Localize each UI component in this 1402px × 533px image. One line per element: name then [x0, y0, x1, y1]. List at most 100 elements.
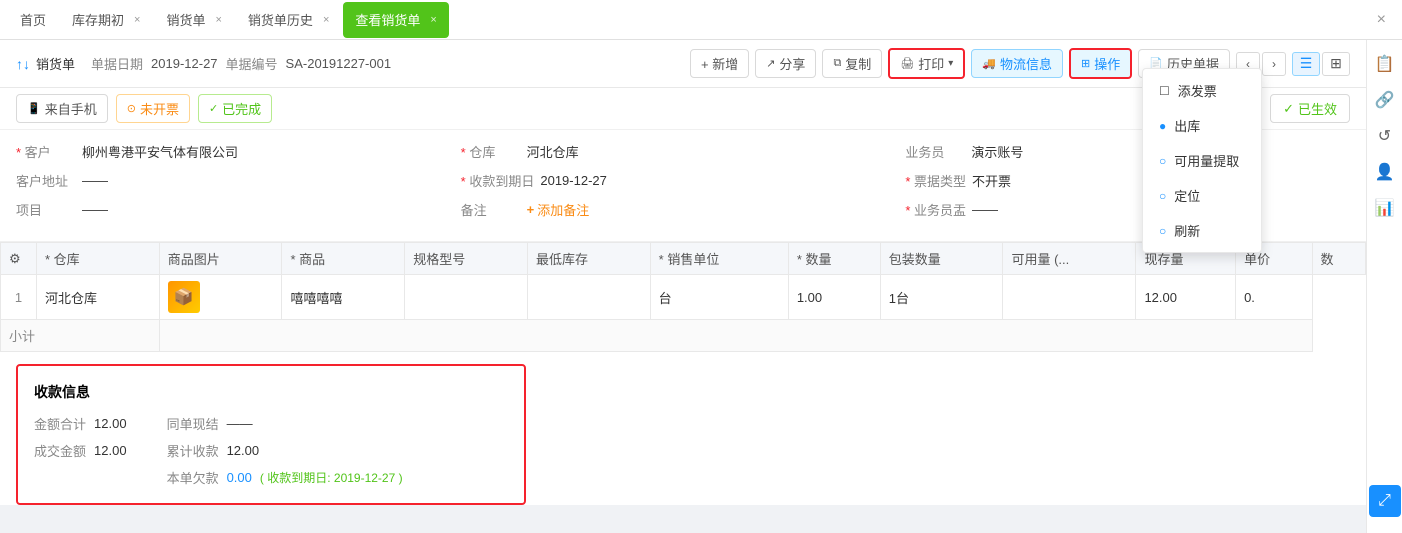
- sidebar-icon-link[interactable]: 🔗: [1369, 84, 1401, 116]
- row-available: [1003, 275, 1136, 320]
- tab-check-sales-close[interactable]: ×: [430, 14, 436, 26]
- tab-sales-history-close[interactable]: ×: [323, 14, 329, 26]
- total-amount-item: 金额合计 12.00: [34, 414, 127, 433]
- sidebar-icon-refresh[interactable]: ↺: [1369, 120, 1401, 152]
- share-button[interactable]: ↗ 分享: [755, 49, 816, 78]
- effective-button[interactable]: ✓ 已生效: [1270, 94, 1350, 123]
- payment-title: 收款信息: [34, 382, 508, 402]
- completed-button[interactable]: ✓ 已完成: [198, 94, 272, 123]
- payment-date-label: 收款到期日: [461, 171, 535, 190]
- row-no: 1: [1, 275, 37, 320]
- view-grid[interactable]: ⊞: [1322, 52, 1350, 76]
- cumulative-value: 12.00: [227, 443, 260, 458]
- print-button[interactable]: 🖨 打印 ▾: [888, 48, 965, 79]
- sales-person-value: ——: [972, 202, 998, 217]
- tab-sales-history[interactable]: 销货单历史 ×: [236, 2, 341, 38]
- add-note-button[interactable]: + 添加备注: [527, 200, 590, 219]
- copy-button[interactable]: ⧉ 复制: [822, 49, 882, 78]
- address-value: ——: [82, 173, 108, 188]
- window-close-button[interactable]: ×: [1369, 7, 1394, 33]
- from-phone-button[interactable]: 📱 来自手机: [16, 94, 108, 123]
- sidebar-icon-doc[interactable]: 📋: [1369, 48, 1401, 80]
- transaction-label: 成交金额: [34, 441, 86, 460]
- warehouse-field: 仓库 河北仓库: [461, 142, 906, 161]
- sidebar-icon-user[interactable]: 👤: [1369, 156, 1401, 188]
- row-quantity: 1.00: [788, 275, 880, 320]
- available-qty-icon: ○: [1159, 154, 1166, 168]
- operation-dropdown: ☐ 添发票 ● 出库 ○ 可用量提取 ○ 定位 ○ 刷新: [1142, 68, 1262, 253]
- row-min-stock: [527, 275, 650, 320]
- subtotal-data: [159, 320, 1312, 352]
- number-label: 单据编号: [226, 54, 278, 73]
- tab-sales-order-close[interactable]: ×: [215, 14, 221, 26]
- project-label: 项目: [16, 200, 76, 219]
- tab-check-sales[interactable]: 查看销货单 ×: [343, 2, 448, 38]
- dropdown-available-qty[interactable]: ○ 可用量提取: [1143, 143, 1261, 178]
- doc-title: ↑↓ 销货单: [16, 54, 75, 73]
- col-pack-qty: 包装数量: [880, 243, 1003, 275]
- col-spec: 规格型号: [405, 243, 528, 275]
- transaction-value: 12.00: [94, 443, 127, 458]
- ticket-type-label: 票据类型: [905, 171, 966, 190]
- owed-value: 0.00: [227, 470, 252, 485]
- owed-note: ( 收款到期日: 2019-12-27 ): [260, 469, 403, 486]
- dropdown-refresh[interactable]: ○ 刷新: [1143, 213, 1261, 248]
- col-product: * 商品: [282, 243, 405, 275]
- payment-section: 收款信息 金额合计 12.00 成交金额 12.00 同单现结 ——: [16, 364, 526, 505]
- doc-icon: ↑↓: [16, 56, 30, 72]
- col-product-img: 商品图片: [159, 243, 282, 275]
- new-button[interactable]: + 新增: [690, 49, 749, 78]
- customer-label: 客户: [16, 142, 76, 161]
- tab-inventory-init-close[interactable]: ×: [134, 14, 140, 26]
- col-quantity: * 数量: [788, 243, 880, 275]
- tab-home[interactable]: 首页: [8, 2, 58, 38]
- add-invoice-icon: ☐: [1159, 84, 1170, 98]
- sidebar-icon-chart[interactable]: 📊: [1369, 192, 1401, 224]
- project-value: ——: [82, 202, 108, 217]
- nav-next[interactable]: ›: [1262, 52, 1286, 76]
- print-dropdown-arrow: ▾: [948, 58, 953, 69]
- sales-table: ⚙ * 仓库 商品图片 * 商品 规格型号 最低库存 * 销售单位 * 数量 包…: [0, 242, 1366, 352]
- owed-label: 本单欠款: [167, 468, 219, 487]
- tab-inventory-init[interactable]: 库存期初 ×: [60, 2, 152, 38]
- warehouse-value: 河北仓库: [527, 142, 579, 161]
- col-warehouse: * 仓库: [37, 243, 160, 275]
- right-sidebar: 📋 🔗 ↺ 👤 📊 ⤢: [1366, 40, 1402, 533]
- payment-col-right: 同单现结 —— 累计收款 12.00 本单欠款 0.00 ( 收款到期日: 20…: [167, 414, 403, 487]
- view-list[interactable]: ☰: [1292, 52, 1320, 76]
- not-open-button[interactable]: ⊙ 未开票: [116, 94, 190, 123]
- payment-date-value: 2019-12-27: [540, 173, 607, 188]
- doc-type-label: 销货单: [36, 54, 75, 73]
- row-sales-unit: 台: [650, 275, 788, 320]
- col-amount: 数: [1312, 243, 1365, 275]
- settlement-item: 同单现结 ——: [167, 414, 403, 433]
- sidebar-icon-expand[interactable]: ⤢: [1369, 485, 1401, 517]
- col-min-stock: 最低库存: [527, 243, 650, 275]
- dropdown-add-invoice[interactable]: ☐ 添发票: [1143, 73, 1261, 108]
- employee-label: 业务员: [905, 142, 965, 161]
- number-value: SA-20191227-001: [286, 56, 392, 71]
- payment-date-field: 收款到期日 2019-12-27: [461, 171, 906, 190]
- dropdown-outbound[interactable]: ● 出库: [1143, 108, 1261, 143]
- note-field: 备注 + 添加备注: [461, 200, 906, 219]
- sales-person-label: 业务员盂: [905, 200, 966, 219]
- cumulative-label: 累计收款: [167, 441, 219, 460]
- project-field: 项目 ——: [16, 200, 461, 219]
- date-value: 2019-12-27: [151, 56, 218, 71]
- sales-person-field: 业务员盂 ——: [905, 200, 1350, 219]
- note-label: 备注: [461, 200, 521, 219]
- dropdown-locate[interactable]: ○ 定位: [1143, 178, 1261, 213]
- table-row: 1 河北仓库 📦 嘻嘻嘻嘻 台 1.00 1台: [1, 275, 1366, 320]
- logistics-button[interactable]: 🚚 物流信息: [971, 49, 1063, 78]
- row-current-stock: 12.00: [1136, 275, 1236, 320]
- operation-button[interactable]: ⊞ 操作: [1069, 48, 1132, 79]
- row-product: 嘻嘻嘻嘻: [282, 275, 405, 320]
- payment-rows: 金额合计 12.00 成交金额 12.00 同单现结 —— 累计收款: [34, 414, 508, 487]
- refresh-icon: ○: [1159, 224, 1166, 238]
- view-toggle: ☰ ⊞: [1292, 52, 1350, 76]
- col-sales-unit: * 销售单位: [650, 243, 788, 275]
- total-value: 12.00: [94, 416, 127, 431]
- row-product-img: 📦: [159, 275, 282, 320]
- product-image: 📦: [168, 281, 200, 313]
- tab-sales-order[interactable]: 销货单 ×: [154, 2, 233, 38]
